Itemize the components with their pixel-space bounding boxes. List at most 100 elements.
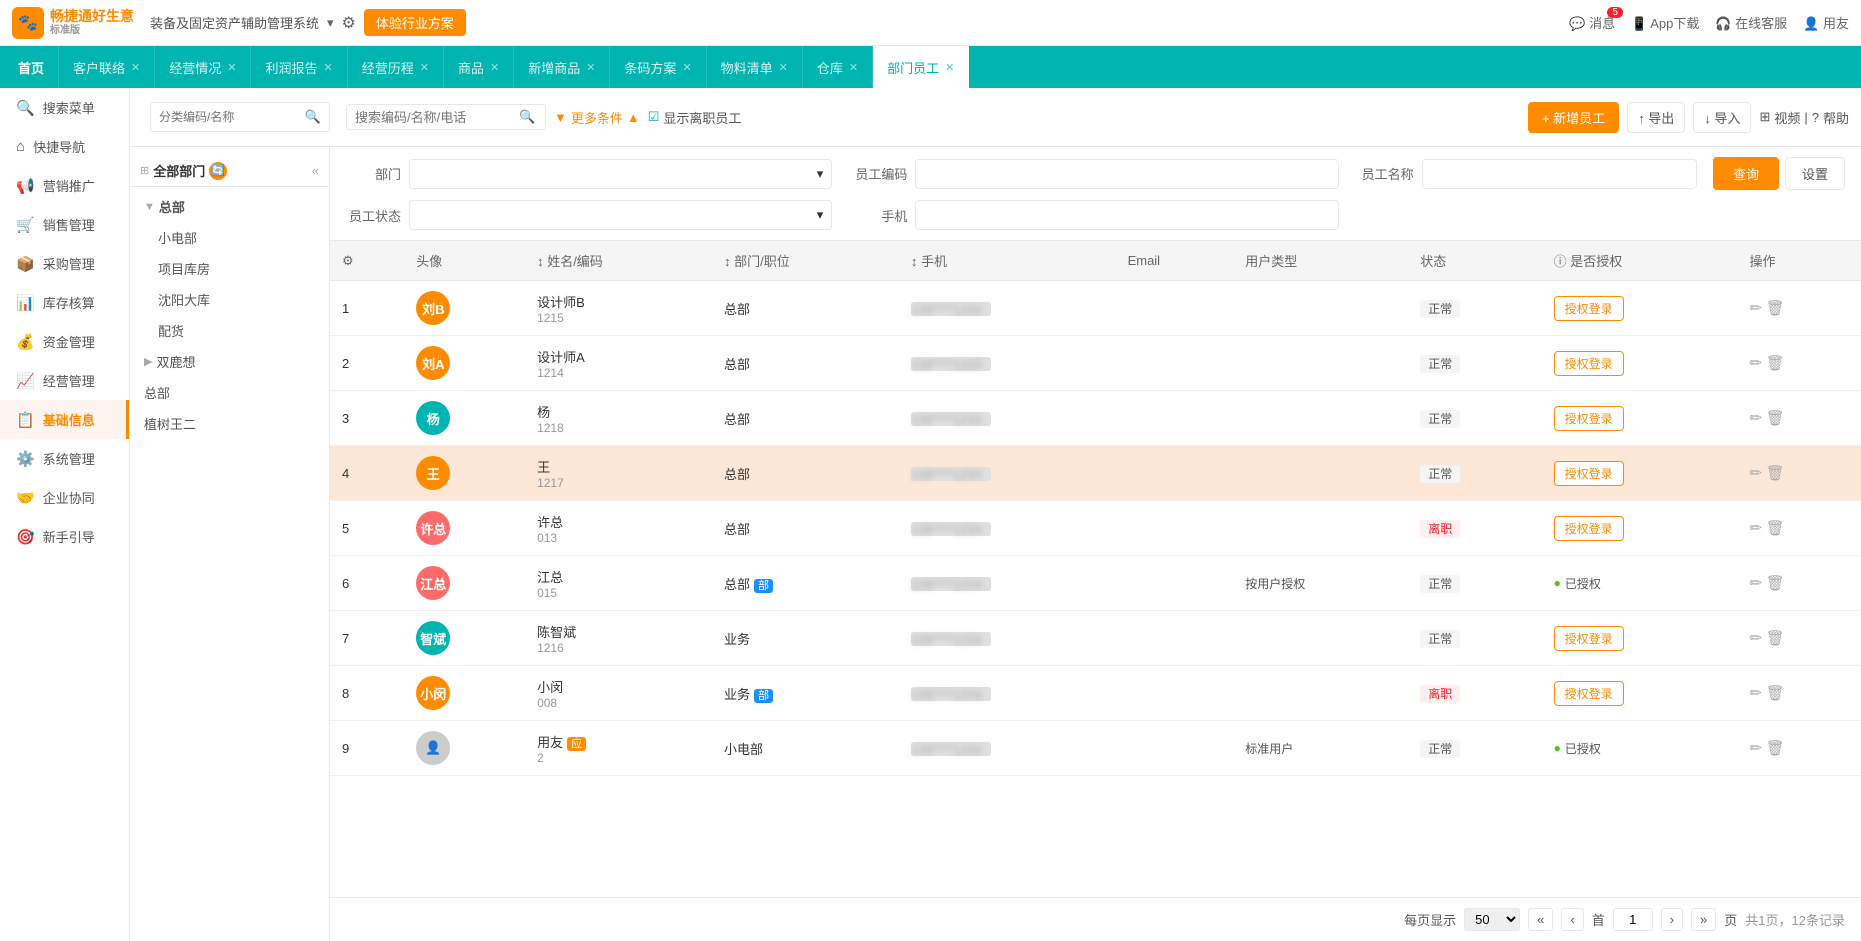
col-settings[interactable]: ⚙ [330,241,404,281]
sidebar-item-marketing[interactable]: 📢 营销推广 [0,166,129,205]
sidebar-item-search[interactable]: 🔍 搜索菜单 [0,88,129,127]
experience-button[interactable]: 体验行业方案 [364,9,466,36]
delete-button[interactable]: 🗑 [1766,630,1785,647]
edit-button[interactable]: ✏ [1749,465,1762,482]
first-page-btn[interactable]: « [1528,908,1553,931]
tree-item-xiaodian[interactable]: 小电部 [130,222,329,253]
close-icon[interactable]: ✕ [490,61,499,74]
edit-button[interactable]: ✏ [1749,520,1762,537]
sidebar-item-purchase[interactable]: 📦 采购管理 [0,244,129,283]
edit-button[interactable]: ✏ [1749,740,1762,757]
dept-search-input[interactable] [159,110,301,124]
tree-item-project[interactable]: 项目库房 [130,253,329,284]
authorize-button[interactable]: 授权登录 [1554,351,1624,376]
edit-button[interactable]: ✏ [1749,300,1762,317]
message-icon-area[interactable]: 💬 5 消息 [1569,13,1615,32]
delete-button[interactable]: 🗑 [1766,300,1785,317]
sidebar-item-inventory[interactable]: 📊 库存核算 [0,283,129,322]
more-filter-btn[interactable]: ▼ 更多条件 ▲ [554,108,640,127]
import-button[interactable]: ↓ 导入 [1693,102,1751,133]
delete-button[interactable]: 🗑 [1766,740,1785,757]
delete-button[interactable]: 🗑 [1766,465,1785,482]
query-button[interactable]: 查询 [1713,157,1779,190]
col-name[interactable]: ↕ 姓名/编码 [525,241,712,281]
col-phone[interactable]: ↕ 手机 [899,241,1116,281]
tab-profit[interactable]: 利润报告 ✕ [251,46,347,88]
delete-button[interactable]: 🗑 [1766,355,1785,372]
close-icon[interactable]: ✕ [131,61,140,74]
close-icon[interactable]: ✕ [945,61,954,74]
sidebar-item-quick-nav[interactable]: ⌂ 快捷导航 [0,127,129,166]
prev-page-btn[interactable]: ‹ [1561,908,1583,931]
app-download[interactable]: 📱 App下载 [1631,13,1699,32]
tab-home[interactable]: 首页 [4,46,59,88]
gear-icon[interactable]: ⚙ [342,13,356,33]
tab-barcode[interactable]: 条码方案 ✕ [610,46,706,88]
tree-item-zongbu[interactable]: ▼ 总部 [130,191,329,222]
dept-filter-select[interactable]: ▾ [409,159,832,189]
view-toggle[interactable]: ⊞ 视频 | ? 帮助 [1759,108,1849,127]
authorize-button[interactable]: 授权登录 [1554,406,1624,431]
sidebar-item-enterprise[interactable]: 🤝 企业协同 [0,478,129,517]
close-icon[interactable]: ✕ [324,61,333,74]
sidebar-item-sales[interactable]: 🛒 销售管理 [0,205,129,244]
export-button[interactable]: ↑ 导出 [1627,102,1685,133]
tab-goods[interactable]: 商品 ✕ [444,46,514,88]
tab-new-goods[interactable]: 新增商品 ✕ [514,46,610,88]
col-dept[interactable]: ↕ 部门/职位 [712,241,899,281]
tree-item-shuanglu[interactable]: ▶ 双鹿想 [130,346,329,377]
user-area[interactable]: 👤 用友 [1803,13,1849,32]
close-icon[interactable]: ✕ [682,61,691,74]
last-page-btn[interactable]: » [1691,908,1716,931]
delete-button[interactable]: 🗑 [1766,520,1785,537]
collapse-tree-button[interactable]: « [312,163,319,178]
authorize-button[interactable]: 授权登录 [1554,681,1624,706]
emp-code-input[interactable] [915,159,1338,189]
page-input[interactable] [1613,908,1653,931]
reset-button[interactable]: 设置 [1785,157,1845,190]
emp-status-select[interactable]: ▾ [409,200,832,230]
tab-customer[interactable]: 客户联络 ✕ [59,46,155,88]
authorize-button[interactable]: 授权登录 [1554,461,1624,486]
add-staff-button[interactable]: + 新增员工 [1528,102,1619,133]
delete-button[interactable]: 🗑 [1766,410,1785,427]
close-icon[interactable]: ✕ [420,61,429,74]
show-resigned-toggle[interactable]: ☑ 显示离职员工 [648,108,742,127]
dept-search-icon[interactable]: 🔍 [305,109,321,125]
tree-item-zhishu[interactable]: 植树王二 [130,408,329,439]
dept-search-box[interactable]: 🔍 [150,102,330,132]
edit-button[interactable]: ✏ [1749,410,1762,427]
tree-item-zongbu2[interactable]: 总部 [130,377,329,408]
close-icon[interactable]: ✕ [586,61,595,74]
staff-search-input[interactable] [355,110,515,125]
tab-dept-staff[interactable]: 部门员工 ✕ [873,46,969,88]
sidebar-item-finance[interactable]: 💰 资金管理 [0,322,129,361]
sidebar-item-guide[interactable]: 🎯 新手引导 [0,517,129,556]
sidebar-item-system[interactable]: ⚙️ 系统管理 [0,439,129,478]
column-setting-icon[interactable]: ⚙ [342,253,354,268]
tab-process[interactable]: 经营历程 ✕ [348,46,444,88]
next-page-btn[interactable]: › [1661,908,1683,931]
staff-search-icon[interactable]: 🔍 [519,109,535,125]
edit-button[interactable]: ✏ [1749,685,1762,702]
tab-warehouse[interactable]: 仓库 ✕ [803,46,873,88]
authorize-button[interactable]: 授权登录 [1554,516,1624,541]
emp-name-input[interactable] [1422,159,1697,189]
tab-operations[interactable]: 经营情况 ✕ [155,46,251,88]
tab-bom[interactable]: 物料清单 ✕ [707,46,803,88]
delete-button[interactable]: 🗑 [1766,685,1785,702]
edit-button[interactable]: ✏ [1749,575,1762,592]
phone-input[interactable] [915,200,1338,230]
close-icon[interactable]: ✕ [849,61,858,74]
sidebar-item-basic-info[interactable]: 📋 基础信息 [0,400,129,439]
per-page-select[interactable]: 50 20 100 [1464,908,1520,931]
close-icon[interactable]: ✕ [227,61,236,74]
close-icon[interactable]: ✕ [779,61,788,74]
online-service[interactable]: 🎧 在线客服 [1715,13,1787,32]
delete-button[interactable]: 🗑 [1766,575,1785,592]
tree-item-peihuo[interactable]: 配货 [130,315,329,346]
tree-item-shenyang[interactable]: 沈阳大库 [130,284,329,315]
edit-button[interactable]: ✏ [1749,630,1762,647]
authorize-button[interactable]: 授权登录 [1554,626,1624,651]
authorize-button[interactable]: 授权登录 [1554,296,1624,321]
